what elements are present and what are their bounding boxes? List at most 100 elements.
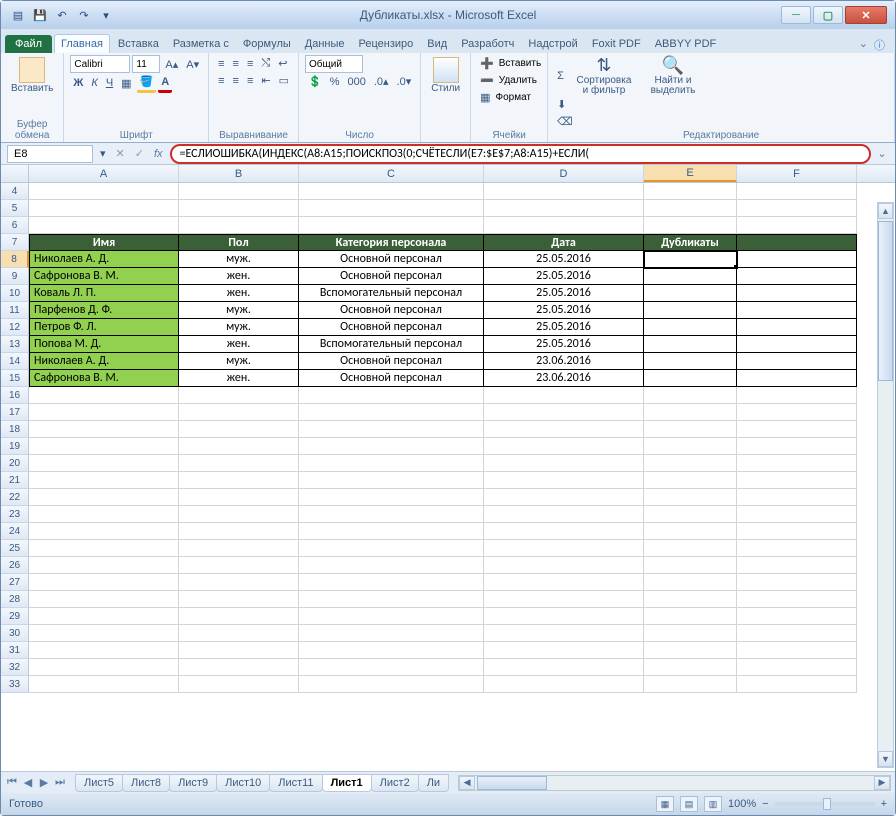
zoom-thumb[interactable] <box>823 798 831 810</box>
cell-A28[interactable] <box>29 591 179 608</box>
cell-F8[interactable] <box>737 251 857 268</box>
cell-B31[interactable] <box>179 642 299 659</box>
file-tab[interactable]: Файл <box>5 35 52 53</box>
percent-icon[interactable]: % <box>327 74 343 90</box>
cell-A29[interactable] <box>29 608 179 625</box>
col-header-D[interactable]: D <box>484 165 644 182</box>
cell-A24[interactable] <box>29 523 179 540</box>
ribbon-tab-9[interactable]: Foxit PDF <box>586 35 647 53</box>
row-header[interactable]: 32 <box>1 659 29 676</box>
ribbon-tab-1[interactable]: Вставка <box>112 35 165 53</box>
cell-A16[interactable] <box>29 387 179 404</box>
cell-E26[interactable] <box>644 557 737 574</box>
cell-F13[interactable] <box>737 336 857 353</box>
cell-A21[interactable] <box>29 472 179 489</box>
cell-D25[interactable] <box>484 540 644 557</box>
cell-D27[interactable] <box>484 574 644 591</box>
delete-row-icon[interactable]: ➖ <box>477 72 497 89</box>
cell-D7[interactable]: Дата <box>484 234 644 251</box>
select-all-corner[interactable] <box>1 165 29 182</box>
cell-E15[interactable] <box>644 370 737 387</box>
cell-A33[interactable] <box>29 676 179 693</box>
name-box[interactable]: E8 <box>7 145 93 163</box>
cell-C13[interactable]: Вспомогательный персонал <box>299 336 484 353</box>
cell-D16[interactable] <box>484 387 644 404</box>
cell-A23[interactable] <box>29 506 179 523</box>
cell-B14[interactable]: муж. <box>179 353 299 370</box>
cell-A30[interactable] <box>29 625 179 642</box>
last-sheet-icon[interactable]: ⏭ <box>53 776 67 789</box>
col-header-C[interactable]: C <box>299 165 484 182</box>
sheet-tab-Лист5[interactable]: Лист5 <box>75 774 123 792</box>
cell-E31[interactable] <box>644 642 737 659</box>
styles-button[interactable]: Стили <box>427 55 464 96</box>
maximize-button[interactable]: ▢ <box>813 6 843 24</box>
cell-B28[interactable] <box>179 591 299 608</box>
cell-E22[interactable] <box>644 489 737 506</box>
cell-C29[interactable] <box>299 608 484 625</box>
row-header[interactable]: 29 <box>1 608 29 625</box>
cell-B22[interactable] <box>179 489 299 506</box>
sheet-tab-Лист10[interactable]: Лист10 <box>216 774 270 792</box>
cell-D29[interactable] <box>484 608 644 625</box>
sheet-tab-Лист11[interactable]: Лист11 <box>269 774 322 792</box>
cell-C19[interactable] <box>299 438 484 455</box>
underline-button[interactable]: Ч <box>103 75 116 91</box>
cell-C14[interactable]: Основной персонал <box>299 353 484 370</box>
cell-D22[interactable] <box>484 489 644 506</box>
cell-B9[interactable]: жен. <box>179 268 299 285</box>
cell-D6[interactable] <box>484 217 644 234</box>
cell-F4[interactable] <box>737 183 857 200</box>
cell-D12[interactable]: 25.05.2016 <box>484 319 644 336</box>
cell-D5[interactable] <box>484 200 644 217</box>
view-normal-icon[interactable]: ▦ <box>656 796 674 812</box>
cell-A18[interactable] <box>29 421 179 438</box>
cell-E7[interactable]: Дубликаты <box>644 234 737 251</box>
cell-C7[interactable]: Категория персонала <box>299 234 484 251</box>
cell-E29[interactable] <box>644 608 737 625</box>
cell-F25[interactable] <box>737 540 857 557</box>
cancel-icon[interactable]: ✕ <box>113 145 128 162</box>
cell-D28[interactable] <box>484 591 644 608</box>
sheet-tab-Лист8[interactable]: Лист8 <box>122 774 170 792</box>
cell-B19[interactable] <box>179 438 299 455</box>
cell-E10[interactable] <box>644 285 737 302</box>
cell-A15[interactable]: Сафронова В. М. <box>29 370 179 387</box>
font-size-selector[interactable]: 11 <box>132 55 160 73</box>
cell-C10[interactable]: Вспомогательный персонал <box>299 285 484 302</box>
cell-C23[interactable] <box>299 506 484 523</box>
orientation-icon[interactable]: ⤭ <box>258 55 273 72</box>
font-name-selector[interactable]: Calibri <box>70 55 130 73</box>
cell-F6[interactable] <box>737 217 857 234</box>
row-header[interactable]: 16 <box>1 387 29 404</box>
cell-E5[interactable] <box>644 200 737 217</box>
sheet-tab-Ли[interactable]: Ли <box>418 774 449 792</box>
vertical-scrollbar[interactable]: ▲ ▼ <box>877 202 894 768</box>
redo-icon[interactable]: ↷ <box>75 6 93 24</box>
row-header[interactable]: 26 <box>1 557 29 574</box>
namebox-dropdown-icon[interactable]: ▾ <box>97 145 109 162</box>
cell-C31[interactable] <box>299 642 484 659</box>
bold-button[interactable]: Ж <box>70 75 86 91</box>
cell-B15[interactable]: жен. <box>179 370 299 387</box>
cell-D10[interactable]: 25.05.2016 <box>484 285 644 302</box>
number-format-selector[interactable]: Общий <box>305 55 363 73</box>
cell-B11[interactable]: муж. <box>179 302 299 319</box>
cell-E17[interactable] <box>644 404 737 421</box>
cell-A17[interactable] <box>29 404 179 421</box>
col-header-B[interactable]: B <box>179 165 299 182</box>
align-top-icon[interactable]: ≡ <box>215 56 227 72</box>
cell-E30[interactable] <box>644 625 737 642</box>
cell-E16[interactable] <box>644 387 737 404</box>
next-sheet-icon[interactable]: ▶ <box>37 776 51 789</box>
fill-handle[interactable] <box>734 265 737 268</box>
row-header[interactable]: 24 <box>1 523 29 540</box>
cell-D23[interactable] <box>484 506 644 523</box>
cell-F15[interactable] <box>737 370 857 387</box>
cell-D14[interactable]: 23.06.2016 <box>484 353 644 370</box>
cell-F30[interactable] <box>737 625 857 642</box>
ribbon-tab-0[interactable]: Главная <box>54 34 110 53</box>
cell-B23[interactable] <box>179 506 299 523</box>
cell-F10[interactable] <box>737 285 857 302</box>
horizontal-scrollbar[interactable]: ◀ ▶ <box>458 775 891 791</box>
